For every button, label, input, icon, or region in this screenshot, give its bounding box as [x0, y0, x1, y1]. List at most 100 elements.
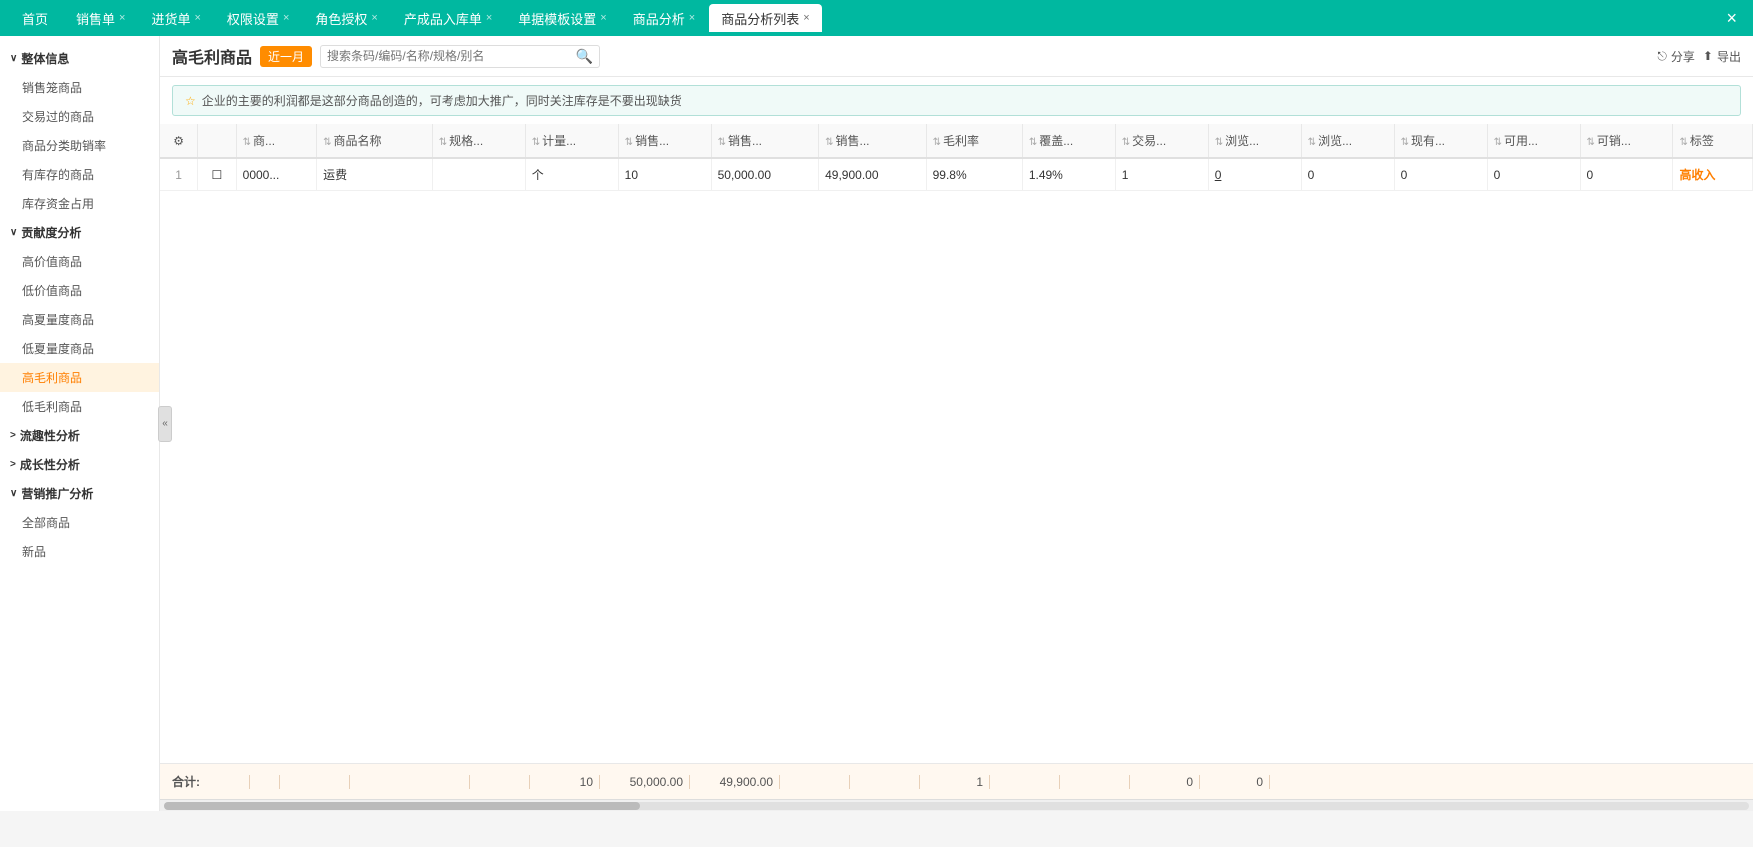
close-all-icon[interactable]: ×	[1718, 8, 1745, 29]
sidebar-group-arrow: >	[10, 430, 16, 441]
cell-checkbox[interactable]: ☐	[198, 158, 236, 191]
cell-gross_margin: 99.8%	[926, 158, 1022, 191]
col-header-views2[interactable]: ⇅浏览...	[1301, 124, 1394, 158]
sidebar-group-1[interactable]: ∨贡献度分析	[0, 218, 159, 247]
cell-name: 运费	[317, 158, 433, 191]
table-wrapper[interactable]: ⚙⇅商...⇅商品名称⇅规格...⇅计量...⇅销售...⇅销售...⇅销售..…	[160, 124, 1753, 763]
tab-close-icon[interactable]: ×	[803, 12, 809, 24]
col-header-available_stock[interactable]: ⇅可用...	[1487, 124, 1580, 158]
col-header-current_stock[interactable]: ⇅现有...	[1394, 124, 1487, 158]
col-header-sales_qty[interactable]: ⇅销售...	[618, 124, 711, 158]
sort-icon-tag: ⇅	[1679, 137, 1687, 148]
sidebar-group-2[interactable]: >流趣性分析	[0, 421, 159, 450]
share-icon: ⎋	[1657, 49, 1667, 64]
table-body: 1☐0000...运费个1050,000.0049,900.0099.8%1.4…	[160, 158, 1753, 191]
col-header-sku_code[interactable]: ⇅商...	[236, 124, 316, 158]
tab-close-icon[interactable]: ×	[689, 12, 695, 24]
bottom-scrollbar[interactable]	[160, 799, 1753, 811]
sidebar-item-0-4[interactable]: 库存资金占用	[0, 189, 159, 218]
cell-current_stock: 0	[1394, 158, 1487, 191]
sort-icon-name: ⇅	[323, 137, 331, 148]
sidebar-item-4-0[interactable]: 全部商品	[0, 508, 159, 537]
col-header-tag[interactable]: ⇅标签	[1673, 124, 1753, 158]
nav-tab-4[interactable]: 产成品入库单×	[392, 4, 504, 32]
cell-transactions: 1	[1115, 158, 1208, 191]
col-header-gross_margin[interactable]: ⇅毛利率	[926, 124, 1022, 158]
sidebar-item-0-3[interactable]: 有库存的商品	[0, 160, 159, 189]
nav-tab-3[interactable]: 角色授权×	[303, 4, 389, 32]
nav-home[interactable]: 首页	[8, 9, 62, 28]
cell-sales_amount: 50,000.00	[711, 158, 819, 191]
content-header: 高毛利商品 近一月 🔍 ⎋ 分享 ⬆ 导出	[160, 36, 1753, 77]
nav-tab-0[interactable]: 销售单×	[64, 4, 137, 32]
col-header-name[interactable]: ⇅商品名称	[317, 124, 433, 158]
sidebar-collapse-btn[interactable]: «	[158, 406, 172, 442]
nav-tab-1[interactable]: 进货单×	[139, 4, 212, 32]
sidebar-group-0[interactable]: ∨整体信息	[0, 44, 159, 73]
sort-icon-views1: ⇅	[1215, 137, 1223, 148]
sidebar-group-label: 贡献度分析	[21, 224, 81, 241]
summary-label: 合计:	[172, 773, 200, 790]
sidebar-item-1-5[interactable]: 低毛利商品	[0, 392, 159, 421]
sort-icon-sales_amount: ⇅	[718, 137, 726, 148]
nav-tab-6[interactable]: 商品分析×	[621, 4, 707, 32]
sum-transactions: 1	[920, 775, 990, 789]
tab-close-icon[interactable]: ×	[486, 12, 492, 24]
col-header-unit[interactable]: ⇅计量...	[525, 124, 618, 158]
sidebar-item-1-3[interactable]: 低夏量度商品	[0, 334, 159, 363]
sidebar-item-0-1[interactable]: 交易过的商品	[0, 102, 159, 131]
sidebar-item-4-1[interactable]: 新品	[0, 537, 159, 566]
sidebar-item-1-2[interactable]: 高夏量度商品	[0, 305, 159, 334]
tag-value: 高收入	[1679, 168, 1715, 182]
col-header-sellable[interactable]: ⇅可销...	[1580, 124, 1673, 158]
cell-sellable: 0	[1580, 158, 1673, 191]
col-header-sales_amount[interactable]: ⇅销售...	[711, 124, 819, 158]
sort-icon-sales_cost: ⇅	[825, 137, 833, 148]
nav-tab-2[interactable]: 权限设置 ×	[215, 4, 301, 32]
tab-close-icon[interactable]: ×	[600, 12, 606, 24]
tab-label: 权限设置	[227, 9, 279, 28]
sidebar-group-3[interactable]: >成长性分析	[0, 450, 159, 479]
cell-views1[interactable]: 0	[1208, 158, 1301, 191]
nav-tab-7[interactable]: 商品分析列表 ×	[709, 4, 821, 32]
tab-close-icon[interactable]: ×	[119, 12, 125, 24]
content-area: 高毛利商品 近一月 🔍 ⎋ 分享 ⬆ 导出 ☆ 企业的主要的利润都是这部分商品创…	[160, 36, 1753, 811]
sidebar-item-1-4[interactable]: 高毛利商品	[0, 363, 159, 392]
sidebar-wrapper: ∨整体信息销售笼商品交易过的商品商品分类助销率有库存的商品库存资金占用∨贡献度分…	[0, 36, 160, 811]
tab-close-icon[interactable]: ×	[283, 12, 289, 24]
sidebar-item-1-0[interactable]: 高价值商品	[0, 247, 159, 276]
col-header-transactions[interactable]: ⇅交易...	[1115, 124, 1208, 158]
sidebar-group-label: 成长性分析	[20, 456, 80, 473]
search-icon[interactable]: 🔍	[576, 48, 593, 65]
col-header-checkbox	[198, 124, 236, 158]
col-header-views1[interactable]: ⇅浏览...	[1208, 124, 1301, 158]
tab-close-icon[interactable]: ×	[194, 12, 200, 24]
sidebar: ∨整体信息销售笼商品交易过的商品商品分类助销率有库存的商品库存资金占用∨贡献度分…	[0, 36, 160, 811]
sort-icon-spec: ⇅	[439, 137, 447, 148]
sidebar-item-0-0[interactable]: 销售笼商品	[0, 73, 159, 102]
share-btn[interactable]: ⎋ 分享	[1657, 48, 1695, 65]
cell-tag: 高收入	[1673, 158, 1753, 191]
cell-available_stock: 0	[1487, 158, 1580, 191]
nav-tab-5[interactable]: 单据模板设置×	[506, 4, 618, 32]
scroll-thumb	[164, 802, 640, 810]
sidebar-group-4[interactable]: ∨营销推广分析	[0, 479, 159, 508]
search-input[interactable]	[327, 49, 572, 63]
page-title: 高毛利商品	[172, 44, 252, 68]
col-header-sales_cost[interactable]: ⇅销售...	[819, 124, 927, 158]
tab-label: 商品分析列表	[721, 9, 799, 28]
sort-icon-sku_code: ⇅	[243, 137, 251, 148]
col-header-spec[interactable]: ⇅规格...	[432, 124, 525, 158]
top-nav: 首页 销售单×进货单×权限设置×角色授权×产成品入库单×单据模板设置×商品分析×…	[0, 0, 1753, 36]
link-value[interactable]: 0	[1215, 168, 1222, 182]
tip-bar: ☆ 企业的主要的利润都是这部分商品创造的，可考虑加大推广，同时关注库存是不要出现…	[172, 85, 1741, 116]
scroll-track[interactable]	[164, 802, 1749, 810]
sort-icon-gross_margin: ⇅	[933, 137, 941, 148]
sidebar-item-0-2[interactable]: 商品分类助销率	[0, 131, 159, 160]
tab-close-icon[interactable]: ×	[371, 12, 377, 24]
period-btn[interactable]: 近一月	[260, 46, 312, 67]
export-btn[interactable]: ⬆ 导出	[1703, 48, 1741, 65]
cell-sales_cost: 49,900.00	[819, 158, 927, 191]
col-header-coverage[interactable]: ⇅覆盖...	[1022, 124, 1115, 158]
sidebar-item-1-1[interactable]: 低价值商品	[0, 276, 159, 305]
